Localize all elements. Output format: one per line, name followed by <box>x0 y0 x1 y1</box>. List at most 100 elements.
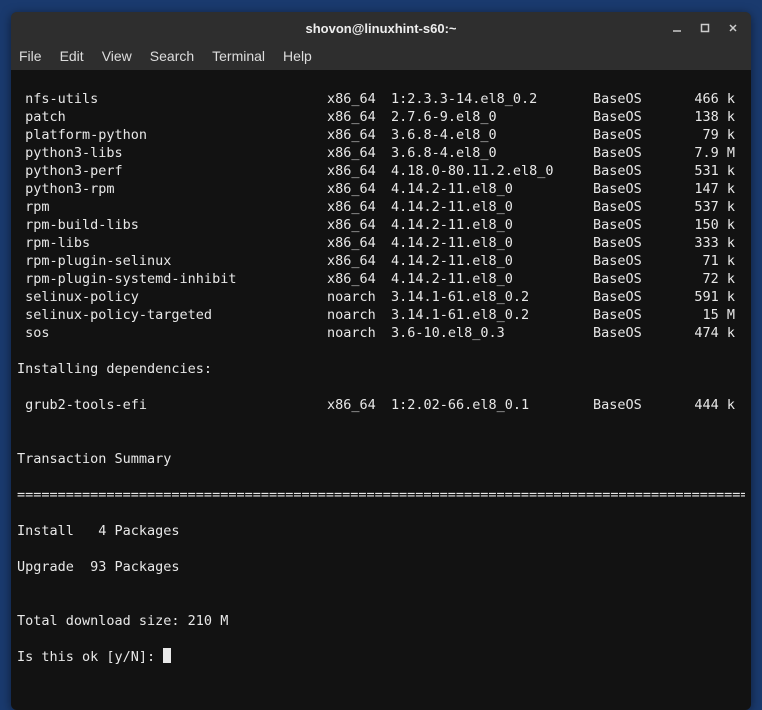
window-controls <box>663 16 747 40</box>
summary-heading: Transaction Summary <box>17 450 745 468</box>
summary-install: Install 4 Packages <box>17 522 745 540</box>
package-arch: noarch <box>327 288 391 306</box>
menu-search[interactable]: Search <box>150 48 194 64</box>
package-row: grub2-tools-efix86_641:2.02-66.el8_0.1Ba… <box>17 396 745 414</box>
menu-help[interactable]: Help <box>283 48 312 64</box>
package-repo: BaseOS <box>593 234 673 252</box>
package-version: 3.14.1-61.el8_0.2 <box>391 288 593 306</box>
titlebar: shovon@linuxhint-s60:~ <box>11 12 751 44</box>
menu-terminal[interactable]: Terminal <box>212 48 265 64</box>
package-row: python3-rpmx86_644.14.2-11.el8_0BaseOS14… <box>17 180 745 198</box>
summary-total: Total download size: 210 M <box>17 612 745 630</box>
package-arch: x86_64 <box>327 162 391 180</box>
package-version: 3.6-10.el8_0.3 <box>391 324 593 342</box>
package-row: rpm-plugin-systemd-inhibitx86_644.14.2-1… <box>17 270 745 288</box>
package-row: python3-perfx86_644.18.0-80.11.2.el8_0Ba… <box>17 162 745 180</box>
package-row: patchx86_642.7.6-9.el8_0BaseOS138 k <box>17 108 745 126</box>
package-size: 138 k <box>673 108 735 126</box>
package-row: platform-pythonx86_643.6.8-4.el8_0BaseOS… <box>17 126 745 144</box>
package-row: rpm-libsx86_644.14.2-11.el8_0BaseOS333 k <box>17 234 745 252</box>
package-name: rpm <box>17 198 327 216</box>
minimize-icon <box>672 23 682 33</box>
package-size: 71 k <box>673 252 735 270</box>
package-version: 4.18.0-80.11.2.el8_0 <box>391 162 593 180</box>
package-row: rpm-build-libsx86_644.14.2-11.el8_0BaseO… <box>17 216 745 234</box>
package-row: rpm-plugin-selinuxx86_644.14.2-11.el8_0B… <box>17 252 745 270</box>
summary-rule: ========================================… <box>17 486 745 504</box>
package-arch: noarch <box>327 324 391 342</box>
package-repo: BaseOS <box>593 162 673 180</box>
package-version: 1:2.3.3-14.el8_0.2 <box>391 90 593 108</box>
package-version: 3.6.8-4.el8_0 <box>391 126 593 144</box>
package-version: 4.14.2-11.el8_0 <box>391 270 593 288</box>
package-repo: BaseOS <box>593 180 673 198</box>
prompt-line: Is this ok [y/N]: <box>17 648 745 666</box>
package-repo: BaseOS <box>593 306 673 324</box>
package-repo: BaseOS <box>593 90 673 108</box>
menu-view[interactable]: View <box>102 48 132 64</box>
package-name: python3-rpm <box>17 180 327 198</box>
package-repo: BaseOS <box>593 126 673 144</box>
minimize-button[interactable] <box>663 16 691 40</box>
package-size: 15 M <box>673 306 735 324</box>
package-repo: BaseOS <box>593 144 673 162</box>
maximize-button[interactable] <box>691 16 719 40</box>
window-title: shovon@linuxhint-s60:~ <box>306 21 457 36</box>
package-name: rpm-plugin-systemd-inhibit <box>17 270 327 288</box>
package-name: nfs-utils <box>17 90 327 108</box>
package-name: python3-perf <box>17 162 327 180</box>
package-arch: x86_64 <box>327 144 391 162</box>
close-icon <box>728 23 738 33</box>
package-row: nfs-utilsx86_641:2.3.3-14.el8_0.2BaseOS4… <box>17 90 745 108</box>
package-repo: BaseOS <box>593 252 673 270</box>
package-arch: x86_64 <box>327 270 391 288</box>
package-size: 537 k <box>673 198 735 216</box>
package-arch: x86_64 <box>327 108 391 126</box>
package-name: python3-libs <box>17 144 327 162</box>
package-size: 444 k <box>673 396 735 414</box>
package-name: selinux-policy <box>17 288 327 306</box>
package-size: 72 k <box>673 270 735 288</box>
package-name: selinux-policy-targeted <box>17 306 327 324</box>
package-repo: BaseOS <box>593 198 673 216</box>
package-version: 4.14.2-11.el8_0 <box>391 252 593 270</box>
package-name: grub2-tools-efi <box>17 396 327 414</box>
package-version: 4.14.2-11.el8_0 <box>391 180 593 198</box>
package-version: 2.7.6-9.el8_0 <box>391 108 593 126</box>
maximize-icon <box>700 23 710 33</box>
terminal-window: shovon@linuxhint-s60:~ File Edit View Se… <box>11 12 751 710</box>
close-button[interactable] <box>719 16 747 40</box>
package-repo: BaseOS <box>593 216 673 234</box>
package-version: 4.14.2-11.el8_0 <box>391 198 593 216</box>
terminal-output[interactable]: nfs-utilsx86_641:2.3.3-14.el8_0.2BaseOS4… <box>11 70 751 710</box>
menu-edit[interactable]: Edit <box>60 48 84 64</box>
package-row: rpmx86_644.14.2-11.el8_0BaseOS537 k <box>17 198 745 216</box>
package-name: patch <box>17 108 327 126</box>
package-size: 474 k <box>673 324 735 342</box>
package-arch: x86_64 <box>327 252 391 270</box>
package-size: 7.9 M <box>673 144 735 162</box>
package-repo: BaseOS <box>593 108 673 126</box>
package-name: sos <box>17 324 327 342</box>
package-version: 4.14.2-11.el8_0 <box>391 234 593 252</box>
package-size: 147 k <box>673 180 735 198</box>
cursor <box>163 648 171 663</box>
package-size: 591 k <box>673 288 735 306</box>
package-repo: BaseOS <box>593 288 673 306</box>
package-name: rpm-build-libs <box>17 216 327 234</box>
package-row: python3-libsx86_643.6.8-4.el8_0BaseOS7.9… <box>17 144 745 162</box>
summary-upgrade: Upgrade 93 Packages <box>17 558 745 576</box>
package-version: 4.14.2-11.el8_0 <box>391 216 593 234</box>
package-repo: BaseOS <box>593 396 673 414</box>
package-size: 79 k <box>673 126 735 144</box>
package-row: selinux-policy-targetednoarch3.14.1-61.e… <box>17 306 745 324</box>
package-version: 3.6.8-4.el8_0 <box>391 144 593 162</box>
package-arch: noarch <box>327 306 391 324</box>
package-size: 150 k <box>673 216 735 234</box>
package-size: 531 k <box>673 162 735 180</box>
package-arch: x86_64 <box>327 198 391 216</box>
package-version: 1:2.02-66.el8_0.1 <box>391 396 593 414</box>
package-arch: x86_64 <box>327 234 391 252</box>
package-arch: x86_64 <box>327 180 391 198</box>
menu-file[interactable]: File <box>19 48 42 64</box>
